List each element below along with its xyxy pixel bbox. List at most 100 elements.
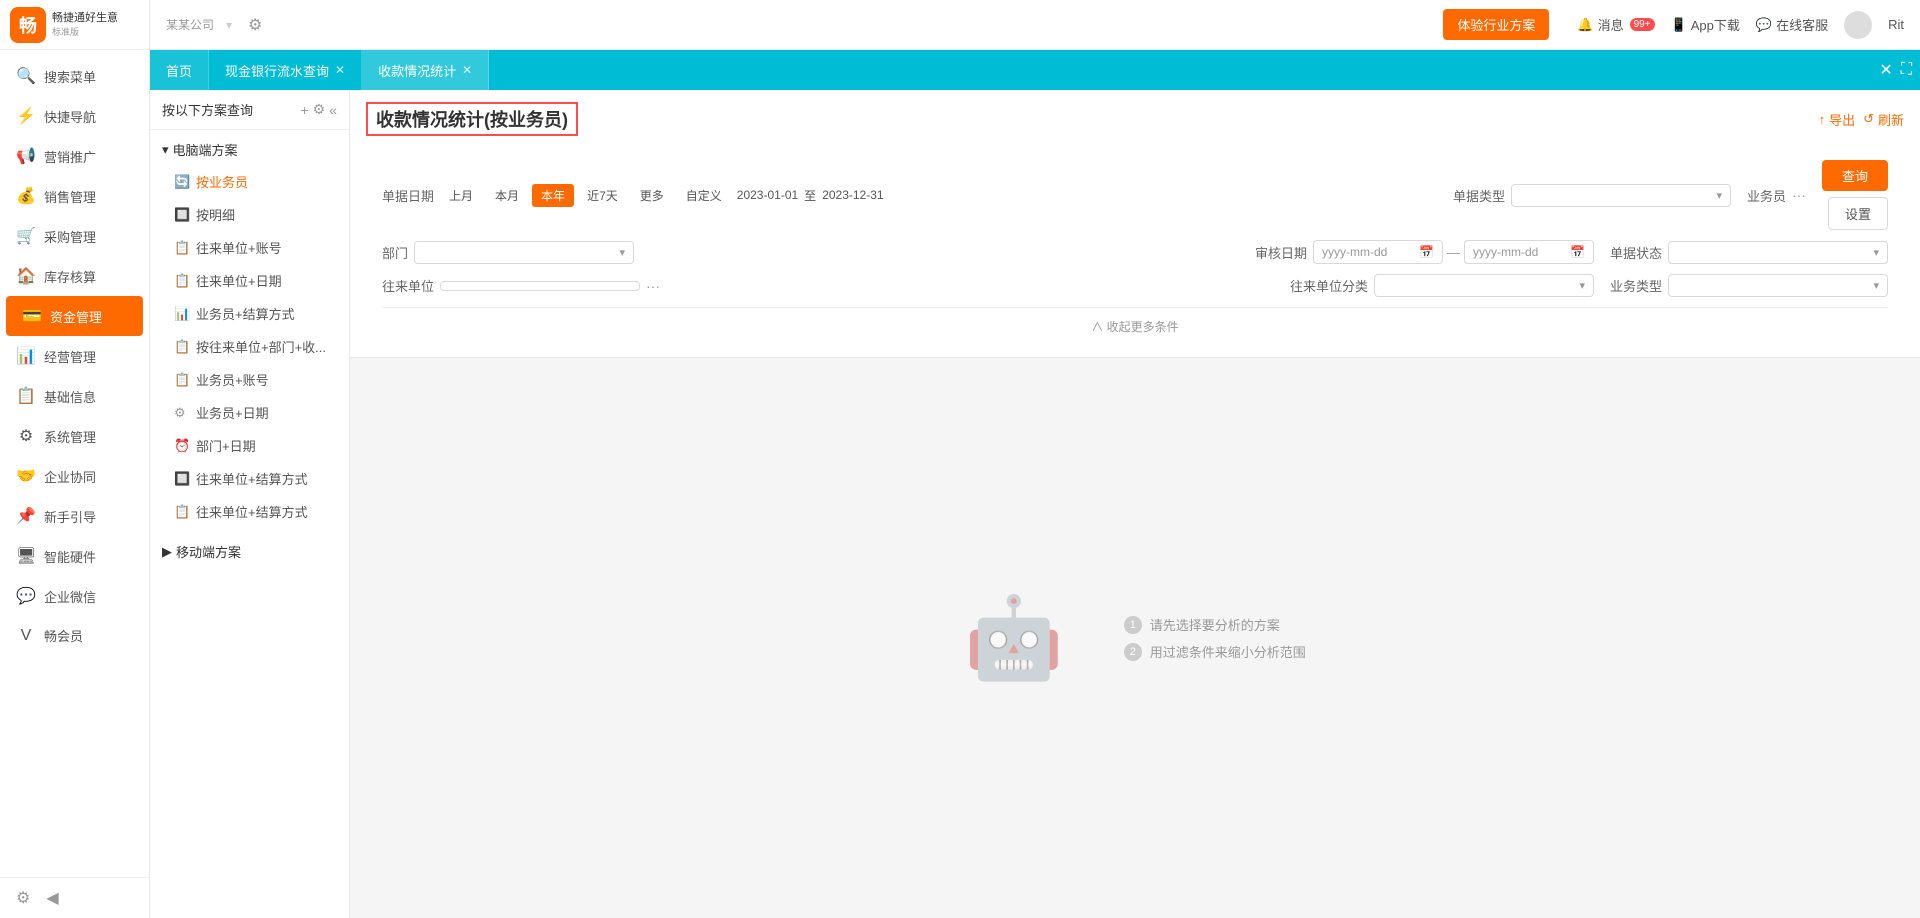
review-date-start-cal-icon: 📅	[1419, 245, 1434, 259]
tab-collection-stat[interactable]: 收款情况统计 ✕	[362, 50, 489, 90]
review-date-end-input[interactable]: yyyy-mm-dd 📅	[1464, 240, 1594, 264]
page-title: 收款情况统计(按业务员)	[366, 102, 578, 136]
dept-filter-item: 部门 ▾	[382, 241, 634, 264]
shortcut-more[interactable]: 更多	[631, 184, 673, 207]
notifications-button[interactable]: 🔔 消息 99+	[1577, 15, 1654, 34]
sidebar-item-purchase[interactable]: 🛒采购管理	[0, 216, 149, 256]
doc-status-select[interactable]: ▾	[1668, 241, 1888, 264]
sidebar-item-wechat[interactable]: 💬企业微信	[0, 576, 149, 616]
mobile-scheme-group-header[interactable]: ▶ 移动端方案	[150, 536, 349, 567]
staff-more-icon[interactable]: ···	[1792, 187, 1806, 203]
scheme-item-unit-settle2[interactable]: 📋往来单位+结算方式	[150, 495, 349, 528]
scheme-label-unit-date: 往来单位+日期	[196, 271, 282, 290]
date-range-end: 2023-12-31	[822, 188, 883, 202]
shortcut-custom[interactable]: 自定义	[677, 184, 731, 207]
sidebar-item-guide[interactable]: 📌 新手引导	[0, 496, 149, 536]
settings-button[interactable]: 设置	[1828, 197, 1888, 230]
review-date-start-input[interactable]: yyyy-mm-dd 📅	[1313, 240, 1443, 264]
business-type-select[interactable]: ▾	[1668, 274, 1888, 297]
scheme-item-by-unit-dept-collect[interactable]: 📋按往来单位+部门+收...	[150, 330, 349, 363]
review-date-sep: —	[1447, 245, 1460, 260]
sidebar-item-search[interactable]: 🔍搜索菜单	[0, 56, 149, 96]
collapse-button[interactable]: ∧ 收起更多条件	[1091, 318, 1178, 335]
sidebar-item-enterprise[interactable]: 🤝企业协同	[0, 456, 149, 496]
empty-steps: 1 请先选择要分析的方案 2 用过滤条件来缩小分析范围	[1124, 615, 1306, 661]
tab-collection-stat-close-icon[interactable]: ✕	[462, 63, 472, 77]
review-date-label: 审核日期	[1255, 243, 1307, 262]
date-shortcuts: 上月 本月 本年 近7天 更多 自定义	[440, 184, 731, 207]
right-content: 收款情况统计(按业务员) ↑ 导出 ↺ 刷新	[350, 90, 1920, 918]
sidebar-label-hardware: 智能硬件	[44, 547, 96, 566]
sidebar-item-operations[interactable]: 📊经营管理	[0, 336, 149, 376]
sidebar-settings-icon[interactable]: ⚙	[16, 888, 30, 908]
scheme-item-unit-date[interactable]: 📋往来单位+日期	[150, 264, 349, 297]
tab-bank-flow[interactable]: 现金银行流水查询 ✕	[209, 50, 362, 90]
app-download-button[interactable]: 📱 App下载	[1671, 15, 1740, 34]
sidebar-item-finance[interactable]: 💳资金管理	[6, 296, 143, 336]
action-btn-group: 查询 设置	[1822, 160, 1888, 230]
empty-area: 🤖 1 请先选择要分析的方案 2 用过滤条件来缩小分析范围	[350, 358, 1920, 918]
export-button[interactable]: ↑ 导出	[1819, 110, 1856, 129]
scheme-icon-staff-account: 📋	[174, 372, 190, 388]
doc-type-chevron-icon: ▾	[1716, 189, 1722, 202]
left-panel-collapse-btn[interactable]: «	[329, 101, 337, 118]
scheme-item-staff-account[interactable]: 📋业务员+账号	[150, 363, 349, 396]
sidebar-label-finance: 资金管理	[50, 307, 102, 326]
tabbar-close-btn[interactable]: ✕	[1879, 60, 1892, 80]
sidebar-label-system: 系统管理	[44, 427, 96, 446]
sidebar-item-sales[interactable]: 💰销售管理	[0, 176, 149, 216]
dept-chevron-icon: ▾	[619, 246, 625, 259]
query-button[interactable]: 查询	[1822, 160, 1888, 191]
tabbar-fullscreen-btn[interactable]: ⛶	[1901, 61, 1912, 79]
tab-home[interactable]: 首页	[150, 50, 209, 90]
doc-type-select[interactable]: ▾	[1511, 184, 1731, 207]
scheme-item-unit-settle1[interactable]: 🔲往来单位+结算方式	[150, 462, 349, 495]
scheme-item-unit-account[interactable]: 📋往来单位+账号	[150, 231, 349, 264]
online-service-button[interactable]: 💬 在线客服	[1756, 15, 1828, 34]
sidebar-item-basic-info[interactable]: 📋基础信息	[0, 376, 149, 416]
refresh-button[interactable]: ↺ 刷新	[1863, 110, 1904, 129]
notifications-icon: 🔔	[1577, 17, 1593, 33]
dept-label: 部门	[382, 243, 408, 262]
user-avatar[interactable]	[1844, 11, 1872, 39]
sidebar-collapse-icon[interactable]: ◀	[46, 888, 58, 908]
sidebar-item-quick-nav[interactable]: ⚡快捷导航	[0, 96, 149, 136]
left-panel-add-btn[interactable]: +	[300, 101, 308, 118]
desktop-scheme-group-header[interactable]: ▾ 电脑端方案	[150, 134, 349, 165]
counter-party-category-select[interactable]: ▾	[1374, 274, 1594, 297]
sidebar-label-guide: 新手引导	[44, 507, 96, 526]
counter-party-category-filter-item: 往来单位分类 ▾	[1290, 274, 1594, 297]
doc-type-label: 单据类型	[1453, 186, 1505, 205]
date-range-start: 2023-01-01	[737, 188, 798, 202]
counter-party-select[interactable]	[440, 281, 640, 291]
review-date-end-cal-icon: 📅	[1570, 245, 1585, 259]
shortcut-this-year[interactable]: 本年	[532, 184, 574, 207]
sidebar-item-hardware[interactable]: 🖥智能硬件	[0, 536, 149, 576]
sidebar-icon-wechat: 💬	[16, 586, 36, 606]
left-panel-settings-btn[interactable]: ⚙	[313, 101, 326, 118]
dept-select[interactable]: ▾	[414, 241, 634, 264]
tabbar-actions: ✕ ⛶	[1879, 60, 1920, 80]
sidebar-item-inventory[interactable]: 🏠库存核算	[0, 256, 149, 296]
notifications-badge: 99+	[1630, 18, 1655, 31]
tab-bank-flow-close-icon[interactable]: ✕	[335, 63, 345, 77]
scheme-item-by-detail[interactable]: 🔲按明细	[150, 198, 349, 231]
shortcut-this-month[interactable]: 本月	[486, 184, 528, 207]
sidebar-item-marketing[interactable]: 📢营销推广	[0, 136, 149, 176]
scheme-icon-by-staff: 🔄	[174, 174, 190, 190]
shortcut-last-7[interactable]: 近7天	[578, 184, 627, 207]
scheme-item-by-staff[interactable]: 🔄按业务员	[150, 165, 349, 198]
sidebar-item-member[interactable]: V畅会员	[0, 616, 149, 655]
scheme-icon-by-unit-dept-collect: 📋	[174, 339, 190, 355]
scheme-item-staff-settle[interactable]: 📊业务员+结算方式	[150, 297, 349, 330]
sidebar-item-system[interactable]: ⚙系统管理	[0, 416, 149, 456]
scheme-icon-unit-settle2: 📋	[174, 504, 190, 520]
topbar-gear-icon[interactable]: ⚙	[248, 15, 262, 35]
trial-button[interactable]: 体验行业方案	[1443, 9, 1549, 40]
counter-party-more-icon[interactable]: ···	[646, 278, 660, 294]
scheme-label-dept-date: 部门+日期	[196, 436, 256, 455]
shortcut-last-month[interactable]: 上月	[440, 184, 482, 207]
scheme-item-dept-date[interactable]: ⏰部门+日期	[150, 429, 349, 462]
sidebar-icon-guide: 📌	[16, 506, 36, 526]
scheme-item-staff-date[interactable]: ⚙业务员+日期	[150, 396, 349, 429]
